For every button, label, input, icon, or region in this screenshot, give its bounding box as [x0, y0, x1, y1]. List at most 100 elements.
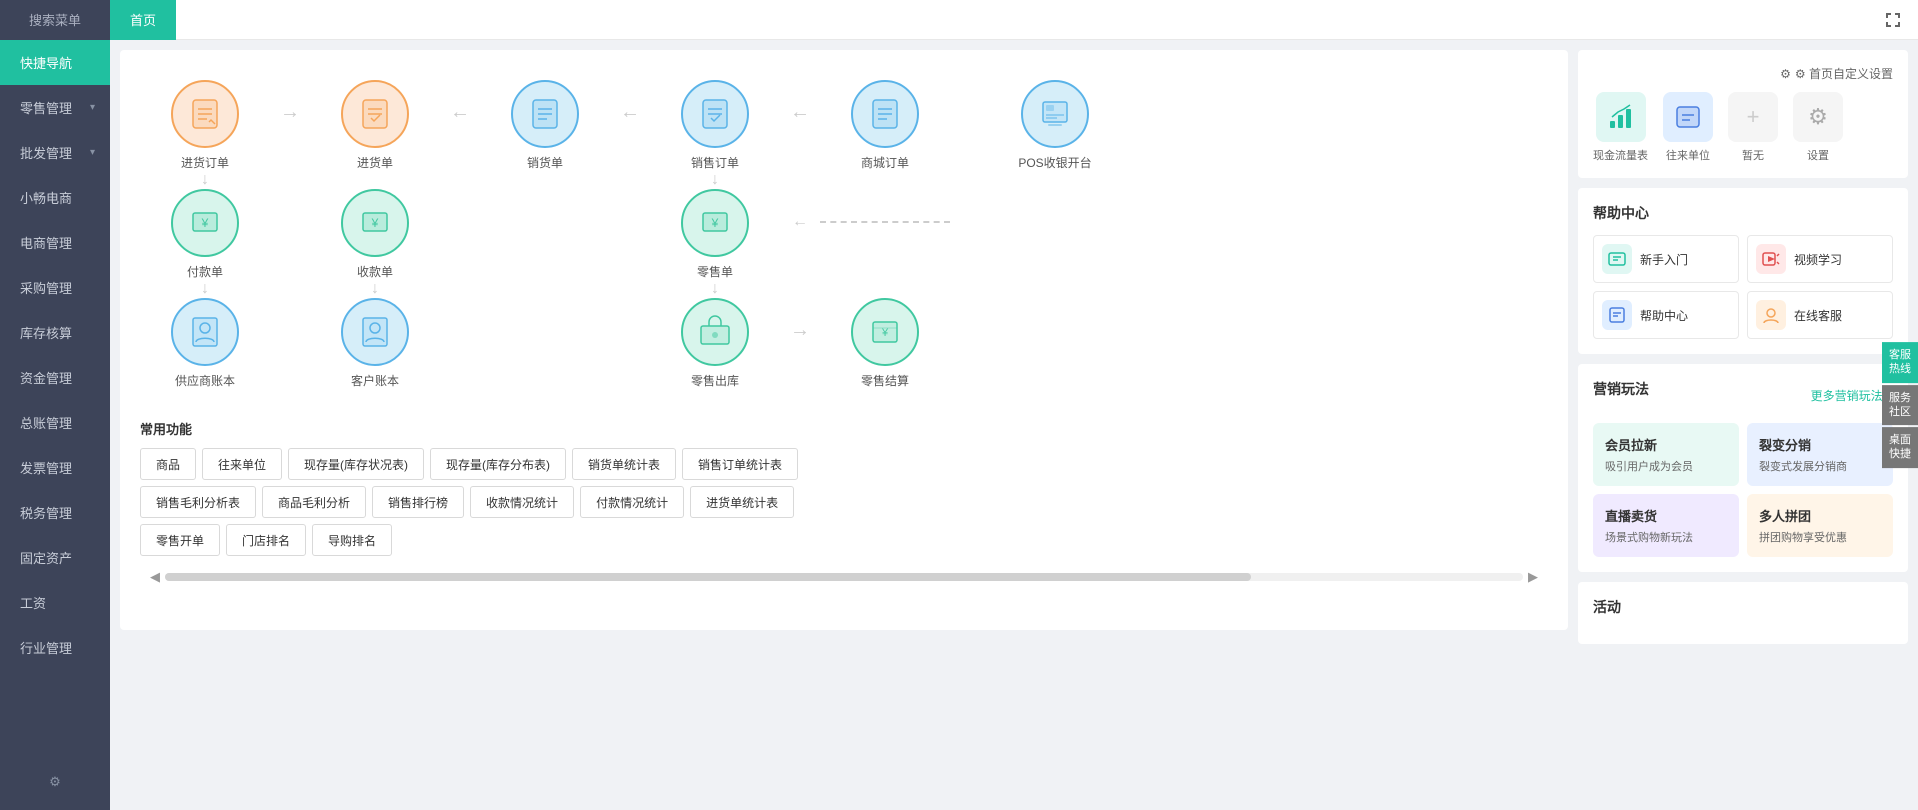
func-btn-inventory-status[interactable]: 现存量(库存状况表) [288, 448, 424, 480]
node-pos[interactable]: POS收银开台 [990, 80, 1120, 171]
sidebar-item-fixed-assets[interactable]: 固定资产 [0, 535, 110, 580]
float-btn-community[interactable]: 服务 社区 [1882, 385, 1918, 426]
func-btn-purchase-stat[interactable]: 进货单统计表 [690, 486, 794, 518]
v-arrow-sales-order: ↓ [650, 171, 780, 189]
func-btn-sales-margin[interactable]: 销售毛利分析表 [140, 486, 256, 518]
scroll-track[interactable] [165, 573, 1523, 581]
dashed-line-pos [820, 221, 950, 223]
node-retail-outbound[interactable]: 零售出库 [650, 298, 780, 389]
v-arrow-retail-order: ↓ [650, 280, 780, 298]
sidebar-item-finance-mgmt[interactable]: 资金管理 [0, 355, 110, 400]
arrow-right-outbound: → [780, 319, 820, 368]
sidebar-item-payroll[interactable]: 工资 [0, 580, 110, 625]
func-btn-payment-stat[interactable]: 付款情况统计 [580, 486, 684, 518]
sidebar-item-retail-mgmt[interactable]: 零售管理 ▾ [0, 85, 110, 130]
scroll-right-button[interactable]: ▶ [1523, 567, 1543, 587]
func-btn-sales-order-stat[interactable]: 销售订单统计表 [682, 448, 798, 480]
float-btn-customer-service[interactable]: 客服 热线 [1882, 342, 1918, 383]
arrow-left-2: ← [610, 101, 650, 150]
flow-diagram: 进货订单 → [140, 70, 1548, 399]
func-buttons-row1: 商品 往来单位 现存量(库存状况表) 现存量(库存分布表) 销货单统计表 销售订… [140, 448, 1548, 480]
sidebar-item-purchase-mgmt[interactable]: 采购管理 [0, 265, 110, 310]
sidebar-item-quick-nav[interactable]: 快捷导航 [0, 40, 110, 85]
marketing-item-member[interactable]: 会员拉新 吸引用户成为会员 [1593, 423, 1739, 486]
quick-access-section: ⚙ ⚙ 首页自定义设置 [1578, 50, 1908, 178]
activities-section: 活动 [1578, 582, 1908, 644]
svg-text:¥: ¥ [711, 216, 719, 230]
more-marketing-link[interactable]: 更多营销玩法 > [1811, 387, 1893, 404]
func-btn-product[interactable]: 商品 [140, 448, 196, 480]
func-btn-inventory-dist[interactable]: 现存量(库存分布表) [430, 448, 566, 480]
quick-icon-cash-flow[interactable]: 现金流量表 [1593, 92, 1648, 163]
node-customer-account[interactable]: 客户账本 [310, 298, 440, 389]
node-sales-order[interactable]: 销售订单 [650, 80, 780, 171]
sidebar-item-xiaochang-ecom[interactable]: 小畅电商 [0, 175, 110, 220]
sidebar-item-tax-mgmt[interactable]: 税务管理 [0, 490, 110, 535]
node-purchase-order[interactable]: 进货订单 [140, 80, 270, 171]
scroll-left-button[interactable]: ◀ [145, 567, 165, 587]
main-panel: 进货订单 → [110, 40, 1578, 810]
gear-icon: ⚙ [1780, 67, 1791, 81]
svg-text:¥: ¥ [881, 327, 889, 339]
func-btn-sales-stat[interactable]: 销货单统计表 [572, 448, 676, 480]
homepage-settings-link[interactable]: ⚙ ⚙ 首页自定义设置 [1780, 65, 1893, 82]
home-tab[interactable]: 首页 [110, 0, 176, 40]
arrow-left-retail: ← [780, 213, 820, 257]
chevron-down-icon: ▾ [90, 102, 95, 113]
node-retail-order[interactable]: ¥ 零售单 [650, 189, 780, 280]
marketing-item-group[interactable]: 多人拼团 拼团购物享受优惠 [1747, 494, 1893, 557]
common-functions-title: 常用功能 [140, 419, 1548, 438]
node-supplier-account[interactable]: 供应商账本 [140, 298, 270, 389]
marketing-title: 营销玩法 [1593, 379, 1649, 399]
help-item-beginner[interactable]: 新手入门 [1593, 235, 1739, 283]
func-btn-product-margin[interactable]: 商品毛利分析 [262, 486, 366, 518]
func-btn-guide-ranking[interactable]: 导购排名 [312, 524, 392, 556]
sidebar-settings-icon[interactable]: ⚙ [0, 762, 110, 802]
node-retail-settlement[interactable]: ¥ 零售结算 [820, 298, 950, 389]
node-receipt[interactable]: ¥ 收款单 [310, 189, 440, 280]
float-buttons: 客服 热线 服务 社区 桌面 快捷 [1882, 342, 1918, 468]
func-buttons-row3: 零售开单 门店排名 导购排名 [140, 524, 1548, 556]
sidebar-item-ledger-mgmt[interactable]: 总账管理 [0, 400, 110, 445]
help-item-help[interactable]: 帮助中心 [1593, 291, 1739, 339]
gear-icon: ⚙ [49, 774, 61, 790]
quick-icon-settings[interactable]: ⚙ 设置 [1793, 92, 1843, 163]
horizontal-scrollbar[interactable]: ◀ ▶ [140, 562, 1548, 592]
search-menu-button[interactable]: 搜索菜单 [0, 0, 110, 40]
sidebar-item-ecom-mgmt[interactable]: 电商管理 [0, 220, 110, 265]
common-functions-section: 常用功能 商品 往来单位 现存量(库存状况表) 现存量(库存分布表) 销货单统计… [140, 419, 1548, 556]
scroll-thumb[interactable] [165, 573, 1251, 581]
right-panel: ⚙ ⚙ 首页自定义设置 [1578, 40, 1918, 810]
marketing-section: 营销玩法 更多营销玩法 > 会员拉新 吸引用户成为会员 裂变分销 裂变式发展分销… [1578, 364, 1908, 572]
fullscreen-button[interactable] [1878, 5, 1908, 35]
arrow-right-1: → [270, 101, 310, 150]
node-mall-order[interactable]: 商城订单 [820, 80, 950, 171]
marketing-item-fission[interactable]: 裂变分销 裂变式发展分销商 [1747, 423, 1893, 486]
help-item-video[interactable]: 视频学习 [1747, 235, 1893, 283]
func-btn-contacts[interactable]: 往来单位 [202, 448, 282, 480]
help-center-section: 帮助中心 新手入门 [1578, 188, 1908, 354]
sidebar-item-inventory[interactable]: 库存核算 [0, 310, 110, 355]
quick-icon-none[interactable]: + 暂无 [1728, 92, 1778, 163]
v-arrow-receipt: ↓ [310, 280, 440, 298]
quick-icon-contacts[interactable]: 往来单位 [1663, 92, 1713, 163]
float-btn-desktop[interactable]: 桌面 快捷 [1882, 427, 1918, 468]
sidebar-item-wholesale-mgmt[interactable]: 批发管理 ▾ [0, 130, 110, 175]
func-btn-retail-order[interactable]: 零售开单 [140, 524, 220, 556]
node-sales-bill[interactable]: 销货单 [480, 80, 610, 171]
quick-icons-row: 现金流量表 往来单位 [1593, 92, 1893, 163]
svg-text:¥: ¥ [201, 216, 209, 230]
help-center-title: 帮助中心 [1593, 203, 1893, 223]
svg-text:¥: ¥ [371, 216, 379, 230]
sidebar-item-other-mgmt[interactable]: 行业管理 [0, 625, 110, 670]
sidebar-item-invoice-mgmt[interactable]: 发票管理 [0, 445, 110, 490]
func-btn-store-ranking[interactable]: 门店排名 [226, 524, 306, 556]
help-grid: 新手入门 视频学习 [1593, 235, 1893, 339]
marketing-item-live[interactable]: 直播卖货 场景式购物新玩法 [1593, 494, 1739, 557]
node-payment[interactable]: ¥ 付款单 [140, 189, 270, 280]
func-btn-sales-ranking[interactable]: 销售排行榜 [372, 486, 464, 518]
node-purchase-bill[interactable]: 进货单 [310, 80, 440, 171]
func-btn-receipt-stat[interactable]: 收款情况统计 [470, 486, 574, 518]
func-buttons-row2: 销售毛利分析表 商品毛利分析 销售排行榜 收款情况统计 付款情况统计 进货单统计… [140, 486, 1548, 518]
help-item-online-support[interactable]: 在线客服 [1747, 291, 1893, 339]
